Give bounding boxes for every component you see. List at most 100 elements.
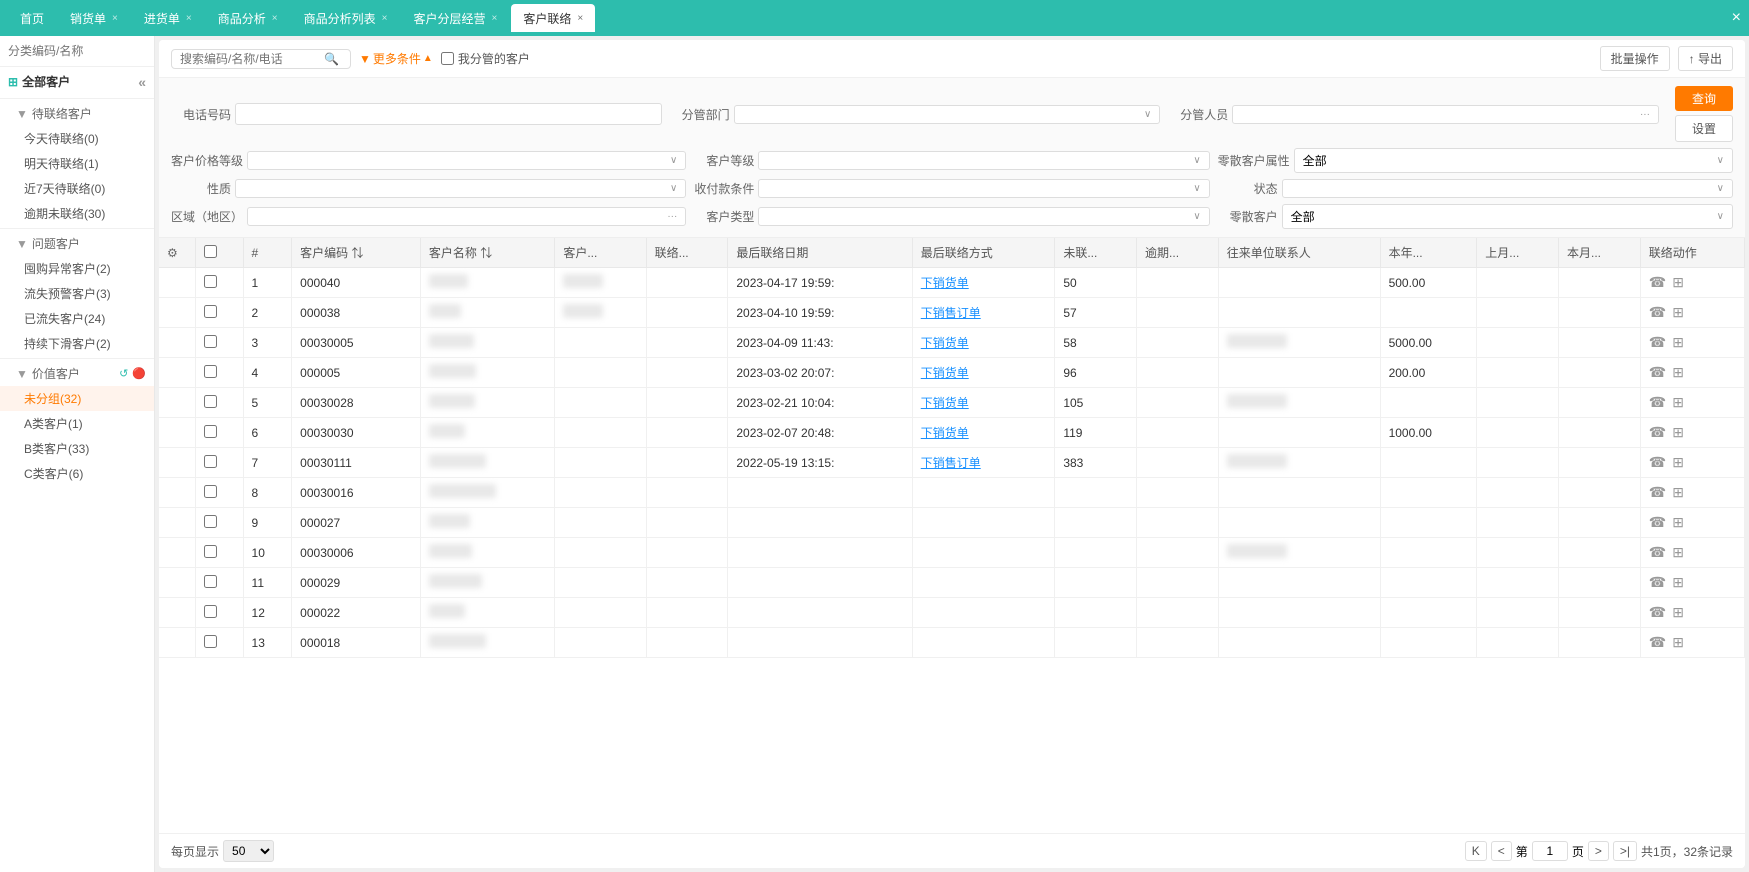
row-select-checkbox[interactable] — [204, 545, 217, 558]
row-call-icon[interactable]: ☎ — [1649, 334, 1666, 351]
filter-more-btn[interactable]: ▼ 更多条件 ▲ — [359, 50, 433, 67]
sidebar-group-value[interactable]: ▼ 价值客户 ↺ 🔴 — [0, 361, 154, 386]
row-call-icon[interactable]: ☎ — [1649, 364, 1666, 381]
close-purchase-icon[interactable]: × — [186, 13, 192, 24]
row-select-checkbox[interactable] — [204, 365, 217, 378]
row-select-checkbox[interactable] — [204, 515, 217, 528]
sidebar-item-hoard[interactable]: 囤购异常客户(2) — [0, 256, 154, 281]
checkbox-col-header[interactable] — [195, 238, 243, 268]
filter-customer-level-select[interactable]: ∨ — [758, 151, 1209, 170]
row-call-icon[interactable]: ☎ — [1649, 454, 1666, 471]
filter-region-select[interactable]: ··· — [247, 207, 686, 226]
row-checkbox[interactable] — [195, 268, 243, 298]
row-grid-icon[interactable]: ⊞ — [1672, 604, 1684, 621]
table-settings-icon[interactable]: ⚙ — [167, 246, 178, 260]
close-product-list-icon[interactable]: × — [382, 13, 388, 24]
tab-purchase[interactable]: 进货单 × — [132, 4, 204, 32]
row-checkbox[interactable] — [195, 418, 243, 448]
row-call-icon[interactable]: ☎ — [1649, 604, 1666, 621]
close-sales-icon[interactable]: × — [112, 13, 118, 24]
row-checkbox[interactable] — [195, 358, 243, 388]
sidebar-collapse-btn[interactable]: « — [138, 74, 146, 90]
query-btn[interactable]: 查询 — [1675, 86, 1733, 111]
row-checkbox[interactable] — [195, 298, 243, 328]
sidebar-item-today[interactable]: 今天待联络(0) — [0, 126, 154, 151]
sidebar-all-customers[interactable]: ⊞ 全部客户 « — [0, 67, 154, 96]
filter-staff-select[interactable]: ··· — [1232, 105, 1659, 124]
row-call-icon[interactable]: ☎ — [1649, 274, 1666, 291]
row-grid-icon[interactable]: ⊞ — [1672, 334, 1684, 351]
row-select-checkbox[interactable] — [204, 425, 217, 438]
close-window-icon[interactable]: × — [1732, 9, 1741, 27]
row-checkbox[interactable] — [195, 508, 243, 538]
row-call-icon[interactable]: ☎ — [1649, 544, 1666, 561]
row-checkbox[interactable] — [195, 568, 243, 598]
row-grid-icon[interactable]: ⊞ — [1672, 364, 1684, 381]
row-grid-icon[interactable]: ⊞ — [1672, 544, 1684, 561]
row-grid-icon[interactable]: ⊞ — [1672, 454, 1684, 471]
filter-price-level-select[interactable]: ∨ — [247, 151, 686, 170]
row-call-icon[interactable]: ☎ — [1649, 574, 1666, 591]
tab-customer-contact[interactable]: 客户联络 × — [511, 4, 595, 32]
filter-phone-input[interactable] — [235, 103, 662, 125]
sidebar-item-churn[interactable]: 流失预警客户(3) — [0, 281, 154, 306]
row-select-checkbox[interactable] — [204, 395, 217, 408]
filter-my-customers[interactable]: 我分管的客户 — [441, 50, 530, 67]
batch-ops-btn[interactable]: 批量操作 — [1600, 46, 1670, 71]
row-select-checkbox[interactable] — [204, 305, 217, 318]
tab-sales[interactable]: 销货单 × — [58, 4, 130, 32]
sidebar-group-pending[interactable]: ▼ 待联络客户 — [0, 101, 154, 126]
filter-payment-select[interactable]: ∨ — [758, 179, 1209, 198]
tab-customer-tier[interactable]: 客户分层经营 × — [401, 4, 509, 32]
code-col-header[interactable]: 客户编码 ⇅ — [292, 238, 421, 268]
filter-dept-select[interactable]: ∨ — [734, 105, 1161, 124]
filter-nature-select[interactable]: ∨ — [235, 179, 686, 198]
row-select-checkbox[interactable] — [204, 275, 217, 288]
sidebar-item-b-class[interactable]: B类客户(33) — [0, 436, 154, 461]
row-checkbox[interactable] — [195, 388, 243, 418]
row-call-icon[interactable]: ☎ — [1649, 484, 1666, 501]
row-select-checkbox[interactable] — [204, 455, 217, 468]
next-page-btn[interactable]: > — [1588, 841, 1609, 861]
tab-product-list[interactable]: 商品分析列表 × — [292, 4, 400, 32]
export-btn[interactable]: ↑ 导出 — [1678, 46, 1733, 71]
value-add-icon[interactable]: 🔴 — [132, 367, 146, 380]
tab-home[interactable]: 首页 — [8, 4, 56, 32]
sidebar-group-problem[interactable]: ▼ 问题客户 — [0, 231, 154, 256]
value-refresh-icon[interactable]: ↺ — [119, 367, 128, 380]
row-select-checkbox[interactable] — [204, 635, 217, 648]
sidebar-item-decline[interactable]: 持续下滑客户(2) — [0, 331, 154, 356]
row-call-icon[interactable]: ☎ — [1649, 394, 1666, 411]
reset-btn[interactable]: 设置 — [1675, 115, 1733, 142]
row-checkbox[interactable] — [195, 598, 243, 628]
filter-search-icon[interactable]: 🔍 — [324, 52, 339, 66]
sidebar-item-c-class[interactable]: C类客户(6) — [0, 461, 154, 486]
row-select-checkbox[interactable] — [204, 605, 217, 618]
sidebar-item-tomorrow[interactable]: 明天待联络(1) — [0, 151, 154, 176]
page-size-select[interactable]: 50 100 200 — [223, 840, 274, 862]
row-grid-icon[interactable]: ⊞ — [1672, 394, 1684, 411]
row-checkbox[interactable] — [195, 478, 243, 508]
row-checkbox[interactable] — [195, 538, 243, 568]
sidebar-item-a-class[interactable]: A类客户(1) — [0, 411, 154, 436]
close-product-analysis-icon[interactable]: × — [272, 13, 278, 24]
filter-customer-type-select[interactable]: ∨ — [758, 207, 1209, 226]
row-grid-icon[interactable]: ⊞ — [1672, 514, 1684, 531]
tab-product-analysis[interactable]: 商品分析 × — [206, 4, 290, 32]
name-col-header[interactable]: 客户名称 ⇅ — [420, 238, 554, 268]
filter-search-input[interactable] — [180, 52, 320, 66]
my-customers-checkbox[interactable] — [441, 52, 454, 65]
page-input[interactable] — [1532, 841, 1568, 861]
sidebar-item-overdue[interactable]: 逾期未联络(30) — [0, 201, 154, 226]
sidebar-item-ungrouped[interactable]: 未分组(32) — [0, 386, 154, 411]
sidebar-search-input[interactable] — [8, 44, 155, 58]
row-grid-icon[interactable]: ⊞ — [1672, 304, 1684, 321]
row-select-checkbox[interactable] — [204, 575, 217, 588]
row-call-icon[interactable]: ☎ — [1649, 514, 1666, 531]
row-checkbox[interactable] — [195, 448, 243, 478]
close-customer-tier-icon[interactable]: × — [491, 13, 497, 24]
row-checkbox[interactable] — [195, 628, 243, 658]
select-all-checkbox[interactable] — [204, 245, 217, 258]
row-grid-icon[interactable]: ⊞ — [1672, 424, 1684, 441]
prev-page-btn[interactable]: < — [1491, 841, 1512, 861]
